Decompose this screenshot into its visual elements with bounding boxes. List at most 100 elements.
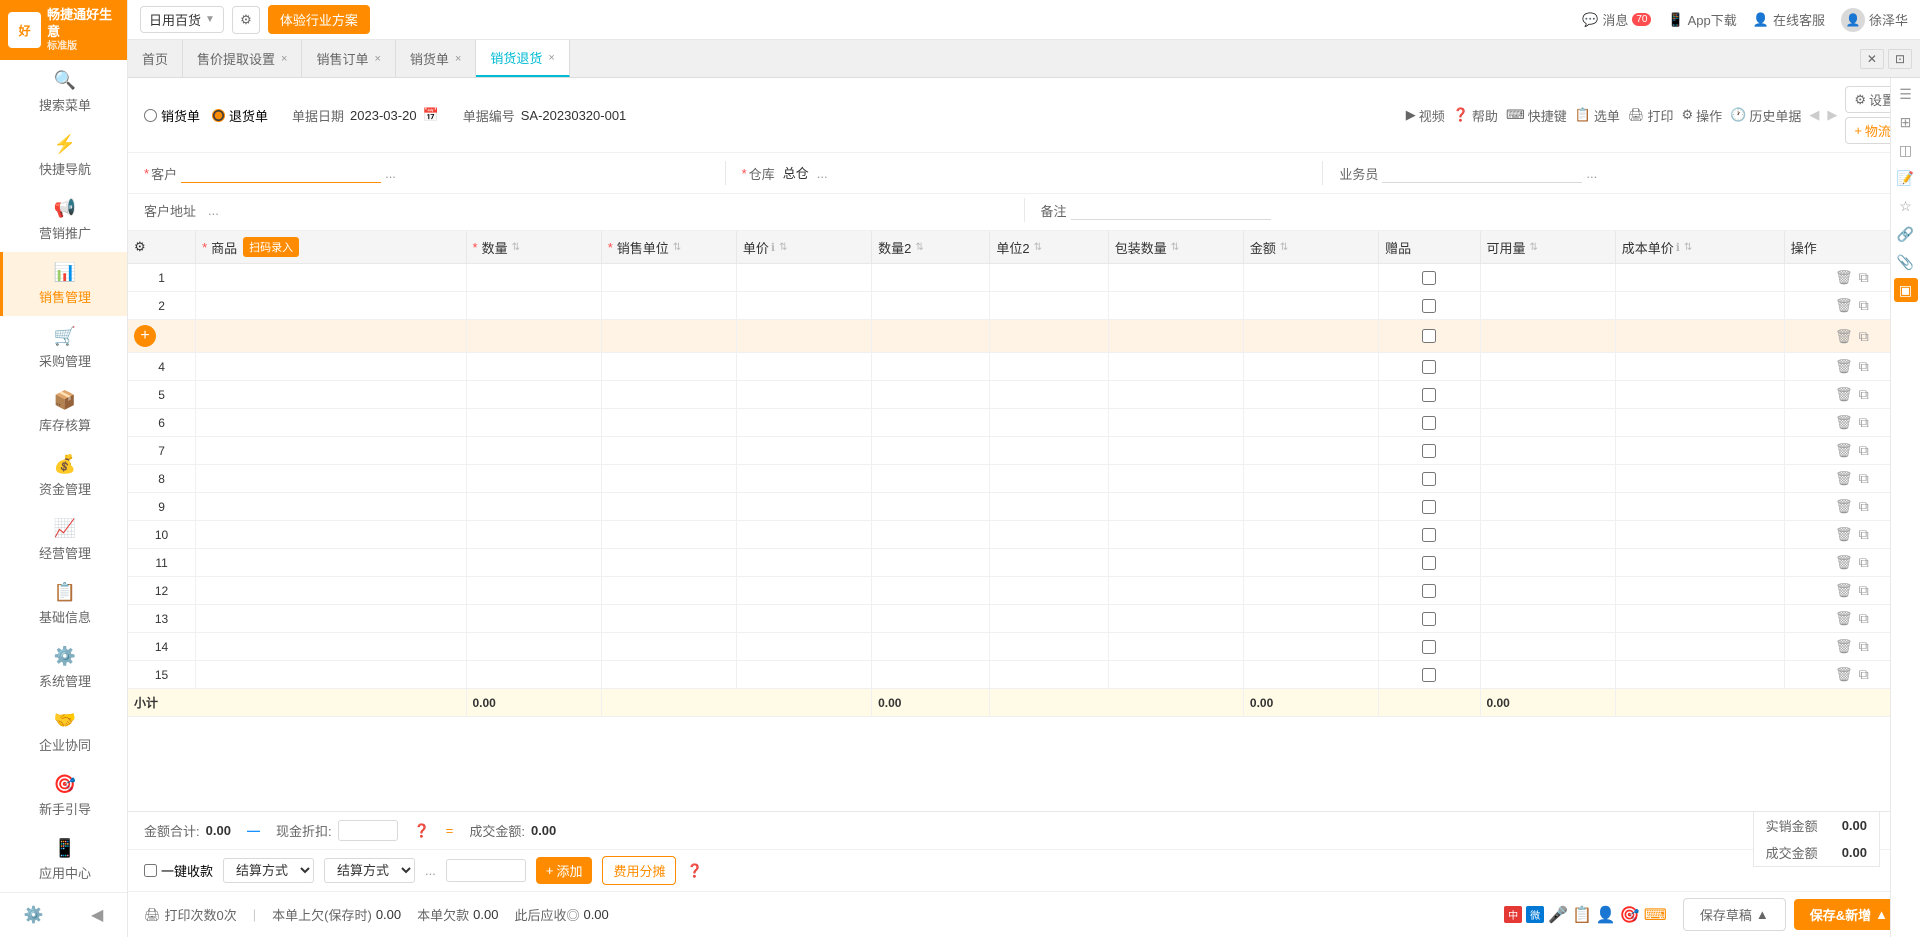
qty2-cell[interactable]: [872, 437, 990, 465]
history-btn[interactable]: 🕐 历史单据: [1730, 106, 1801, 125]
radio-return-input[interactable]: [212, 109, 225, 122]
pack-qty-cell[interactable]: [1108, 264, 1243, 292]
qty2-cell[interactable]: [872, 353, 990, 381]
gift-checkbox[interactable]: [1422, 640, 1436, 654]
video-btn[interactable]: ▶ 视频: [1406, 106, 1445, 125]
copy-row-btn[interactable]: ⧉: [1859, 582, 1869, 599]
pack-qty-cell[interactable]: [1108, 437, 1243, 465]
sidebar-item-shortcut[interactable]: ⚡ 快捷导航: [0, 124, 127, 188]
qty2-cell[interactable]: [872, 633, 990, 661]
amount-cell[interactable]: [1243, 292, 1378, 320]
close-tab-btn[interactable]: ✕: [1860, 49, 1884, 69]
gift-cell[interactable]: [1379, 549, 1480, 577]
qty-cell[interactable]: [466, 292, 601, 320]
qty-cell[interactable]: [466, 577, 601, 605]
qty-cell[interactable]: [466, 605, 601, 633]
qty-cell[interactable]: [466, 549, 601, 577]
right-panel-attachment[interactable]: 📎: [1894, 250, 1918, 274]
unit2-cell[interactable]: [990, 320, 1108, 353]
product-cell[interactable]: [196, 521, 466, 549]
copy-row-btn[interactable]: ⧉: [1859, 386, 1869, 403]
amount-cell[interactable]: [1243, 353, 1378, 381]
print-btn[interactable]: 🖨 打印: [1628, 106, 1674, 125]
gift-checkbox[interactable]: [1422, 271, 1436, 285]
pack-qty-cell[interactable]: [1108, 465, 1243, 493]
right-panel-active-btn[interactable]: ▣: [1894, 278, 1918, 302]
product-cell[interactable]: [196, 633, 466, 661]
pack-qty-cell[interactable]: [1108, 409, 1243, 437]
gift-checkbox[interactable]: [1422, 668, 1436, 682]
qty2-cell[interactable]: [872, 577, 990, 605]
tab-sales-order[interactable]: 销售订单 ×: [302, 40, 395, 77]
price-cell[interactable]: [736, 292, 871, 320]
unit2-cell[interactable]: [990, 264, 1108, 292]
unit2-cell[interactable]: [990, 465, 1108, 493]
sidebar-collapse-btn[interactable]: ◀: [83, 901, 111, 929]
copy-row-btn[interactable]: ⧉: [1859, 554, 1869, 571]
gift-cell[interactable]: [1379, 353, 1480, 381]
unit2-cell[interactable]: [990, 577, 1108, 605]
gift-checkbox[interactable]: [1422, 472, 1436, 486]
pack-qty-cell[interactable]: [1108, 605, 1243, 633]
gift-cell[interactable]: [1379, 521, 1480, 549]
delete-row-btn[interactable]: 🗑: [1835, 498, 1853, 515]
sidebar-item-marketing[interactable]: 📢 营销推广: [0, 188, 127, 252]
unit2-cell[interactable]: [990, 661, 1108, 689]
info-icon[interactable]: ℹ: [771, 241, 775, 254]
qty2-cell[interactable]: [872, 465, 990, 493]
amount-cell[interactable]: [1243, 577, 1378, 605]
gift-cell[interactable]: [1379, 633, 1480, 661]
gift-cell[interactable]: [1379, 605, 1480, 633]
pack-qty-cell[interactable]: [1108, 381, 1243, 409]
qty-cell[interactable]: [466, 661, 601, 689]
right-panel-card-view[interactable]: ⊞: [1894, 110, 1918, 134]
unit-cell[interactable]: [601, 577, 736, 605]
sidebar-item-enterprise[interactable]: 🤝 企业协同: [0, 700, 127, 764]
right-panel-note[interactable]: 📝: [1894, 166, 1918, 190]
copy-row-btn[interactable]: ⧉: [1859, 358, 1869, 375]
unit-cell[interactable]: [601, 521, 736, 549]
amount-cell[interactable]: [1243, 381, 1378, 409]
product-cell[interactable]: [196, 577, 466, 605]
gift-cell[interactable]: [1379, 292, 1480, 320]
unit-cell[interactable]: [601, 381, 736, 409]
gift-cell[interactable]: [1379, 465, 1480, 493]
remark-input[interactable]: [1071, 200, 1271, 220]
radio-return[interactable]: 退货单: [212, 106, 268, 125]
product-input[interactable]: [202, 329, 459, 344]
qty-cell[interactable]: [466, 320, 601, 353]
gift-cell[interactable]: [1379, 264, 1480, 292]
pack-qty-cell[interactable]: [1108, 320, 1243, 353]
unit-cell[interactable]: [601, 493, 736, 521]
sidebar-item-sales[interactable]: 📊 销售管理: [0, 252, 127, 316]
add-payment-btn[interactable]: + 添加: [536, 857, 593, 884]
price-cell[interactable]: [736, 465, 871, 493]
split-btn[interactable]: 费用分摊: [602, 856, 676, 885]
gift-checkbox[interactable]: [1422, 528, 1436, 542]
gift-checkbox[interactable]: [1422, 584, 1436, 598]
delete-row-btn[interactable]: 🗑: [1835, 442, 1853, 459]
price-cell[interactable]: [736, 437, 871, 465]
address-dots[interactable]: ...: [208, 203, 219, 218]
gift-checkbox[interactable]: [1422, 388, 1436, 402]
online-service-btn[interactable]: 👤 在线客服: [1753, 10, 1825, 29]
price-cell[interactable]: [736, 320, 871, 353]
radio-sale[interactable]: 销货单: [144, 106, 200, 125]
unit2-cell[interactable]: [990, 381, 1108, 409]
qty2-cell[interactable]: [872, 549, 990, 577]
gift-cell[interactable]: [1379, 661, 1480, 689]
delete-row-btn[interactable]: 🗑: [1835, 328, 1853, 345]
amount-cell[interactable]: [1243, 521, 1378, 549]
right-panel-link[interactable]: 🔗: [1894, 222, 1918, 246]
pack-qty-cell[interactable]: [1108, 521, 1243, 549]
sidebar-item-system[interactable]: ⚙️ 系统管理: [0, 636, 127, 700]
right-panel-star[interactable]: ☆: [1894, 194, 1918, 218]
app-download-btn[interactable]: 📱 App下载: [1667, 10, 1736, 29]
delete-row-btn[interactable]: 🗑: [1835, 470, 1853, 487]
sidebar-item-operations[interactable]: 📈 经营管理: [0, 508, 127, 572]
sidebar-item-inventory[interactable]: 📦 库存核算: [0, 380, 127, 444]
staff-dots[interactable]: ...: [1586, 166, 1597, 181]
copy-row-btn[interactable]: ⧉: [1859, 610, 1869, 627]
experience-btn[interactable]: 体验行业方案: [268, 5, 370, 34]
copy-row-btn[interactable]: ⧉: [1859, 269, 1869, 286]
